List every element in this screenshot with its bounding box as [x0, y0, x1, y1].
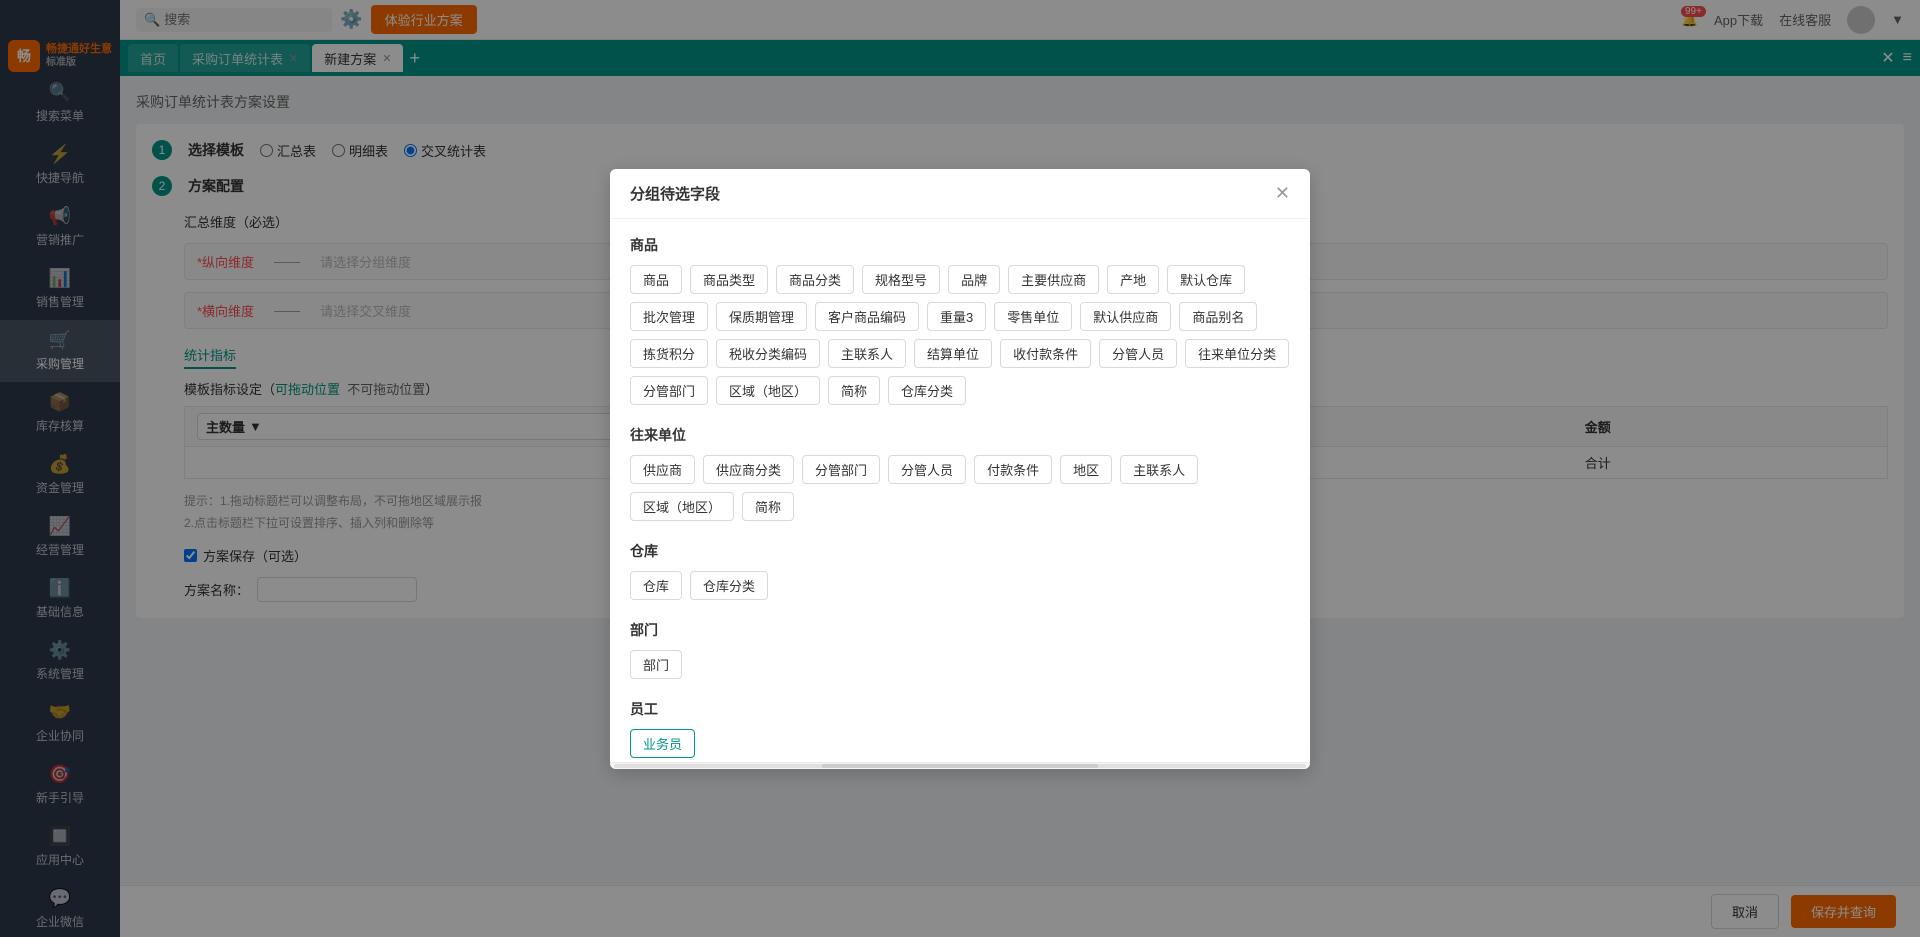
field-group-products: 商品 商品 商品类型 商品分类 规格型号 品牌 主要供应商 产地 默认仓库 批次… [630, 235, 1290, 405]
modal-scrollbar-thumb[interactable] [822, 764, 1099, 768]
modal-overlay[interactable]: 分组待选字段 ✕ 商品 商品 商品类型 商品分类 规格型号 品牌 主要供应商 产… [0, 0, 1920, 937]
field-group-staff: 员工 业务员 [630, 699, 1290, 758]
field-tag-main-supplier[interactable]: 主要供应商 [1008, 265, 1099, 294]
modal-scrollbar [610, 762, 1310, 768]
field-group-warehouse-title: 仓库 [630, 541, 1290, 561]
field-tag-supplier[interactable]: 供应商 [630, 455, 695, 484]
field-tag-product-type[interactable]: 商品类型 [690, 265, 768, 294]
field-tag-warehouse-cat[interactable]: 仓库分类 [888, 376, 966, 405]
field-tag-origin[interactable]: 产地 [1107, 265, 1159, 294]
field-tags-dept: 部门 [630, 650, 1290, 679]
field-tags-products: 商品 商品类型 商品分类 规格型号 品牌 主要供应商 产地 默认仓库 批次管理 … [630, 265, 1290, 405]
field-tag-manager-staff[interactable]: 分管人员 [1099, 339, 1177, 368]
field-tag-weight3[interactable]: 重量3 [927, 302, 986, 331]
field-tag-batch-mgmt[interactable]: 批次管理 [630, 302, 708, 331]
field-tag-default-supplier[interactable]: 默认供应商 [1080, 302, 1171, 331]
modal-body: 商品 商品 商品类型 商品分类 规格型号 品牌 主要供应商 产地 默认仓库 批次… [610, 219, 1310, 763]
field-group-partners: 往来单位 供应商 供应商分类 分管部门 分管人员 付款条件 地区 主联系人 区域… [630, 425, 1290, 521]
field-tag-dept[interactable]: 部门 [630, 650, 682, 679]
field-tag-area[interactable]: 地区 [1060, 455, 1112, 484]
field-tag-payment-cond[interactable]: 付款条件 [974, 455, 1052, 484]
field-group-warehouse: 仓库 仓库 仓库分类 [630, 541, 1290, 600]
modal-close-button[interactable]: ✕ [1275, 184, 1290, 202]
field-tag-partner-staff[interactable]: 分管人员 [888, 455, 966, 484]
modal-dialog: 分组待选字段 ✕ 商品 商品 商品类型 商品分类 规格型号 品牌 主要供应商 产… [610, 169, 1310, 769]
field-tag-default-warehouse[interactable]: 默认仓库 [1167, 265, 1245, 294]
field-tag-payment-terms[interactable]: 收付款条件 [1000, 339, 1091, 368]
field-tag-pick-score[interactable]: 拣货积分 [630, 339, 708, 368]
field-group-staff-title: 员工 [630, 699, 1290, 719]
field-tag-warehouse[interactable]: 仓库 [630, 571, 682, 600]
field-tag-main-contact[interactable]: 主联系人 [828, 339, 906, 368]
field-tag-brand[interactable]: 品牌 [948, 265, 1000, 294]
modal-scrollbar-track [614, 764, 1306, 768]
field-tag-partner-category[interactable]: 往来单位分类 [1185, 339, 1289, 368]
modal-title: 分组待选字段 [630, 183, 720, 204]
field-group-dept: 部门 部门 [630, 620, 1290, 679]
field-tag-spec-model[interactable]: 规格型号 [862, 265, 940, 294]
field-tags-partners: 供应商 供应商分类 分管部门 分管人员 付款条件 地区 主联系人 区域（地区） … [630, 455, 1290, 521]
field-tag-customer-code[interactable]: 客户商品编码 [815, 302, 919, 331]
field-tag-supplier-category[interactable]: 供应商分类 [703, 455, 794, 484]
field-tag-region2[interactable]: 区域（地区） [630, 492, 734, 521]
field-tag-tax-code[interactable]: 税收分类编码 [716, 339, 820, 368]
field-group-products-title: 商品 [630, 235, 1290, 255]
field-tag-mgmt-dept[interactable]: 分管部门 [630, 376, 708, 405]
field-tags-staff: 业务员 [630, 729, 1290, 758]
field-tag-product-category[interactable]: 商品分类 [776, 265, 854, 294]
field-group-dept-title: 部门 [630, 620, 1290, 640]
field-tag-salesperson[interactable]: 业务员 [630, 729, 695, 758]
field-tags-warehouse: 仓库 仓库分类 [630, 571, 1290, 600]
field-tag-warehouse-category[interactable]: 仓库分类 [690, 571, 768, 600]
field-tag-short-name[interactable]: 简称 [828, 376, 880, 405]
modal-header: 分组待选字段 ✕ [610, 169, 1310, 219]
field-tag-main-contact2[interactable]: 主联系人 [1120, 455, 1198, 484]
field-tag-settlement-unit[interactable]: 结算单位 [914, 339, 992, 368]
field-tag-partner-dept[interactable]: 分管部门 [802, 455, 880, 484]
field-tag-retail-unit[interactable]: 零售单位 [994, 302, 1072, 331]
field-tag-region[interactable]: 区域（地区） [716, 376, 820, 405]
field-tag-abbr[interactable]: 简称 [742, 492, 794, 521]
field-tag-quality-mgmt[interactable]: 保质期管理 [716, 302, 807, 331]
field-tag-product[interactable]: 商品 [630, 265, 682, 294]
field-group-partners-title: 往来单位 [630, 425, 1290, 445]
field-tag-product-alias[interactable]: 商品别名 [1179, 302, 1257, 331]
